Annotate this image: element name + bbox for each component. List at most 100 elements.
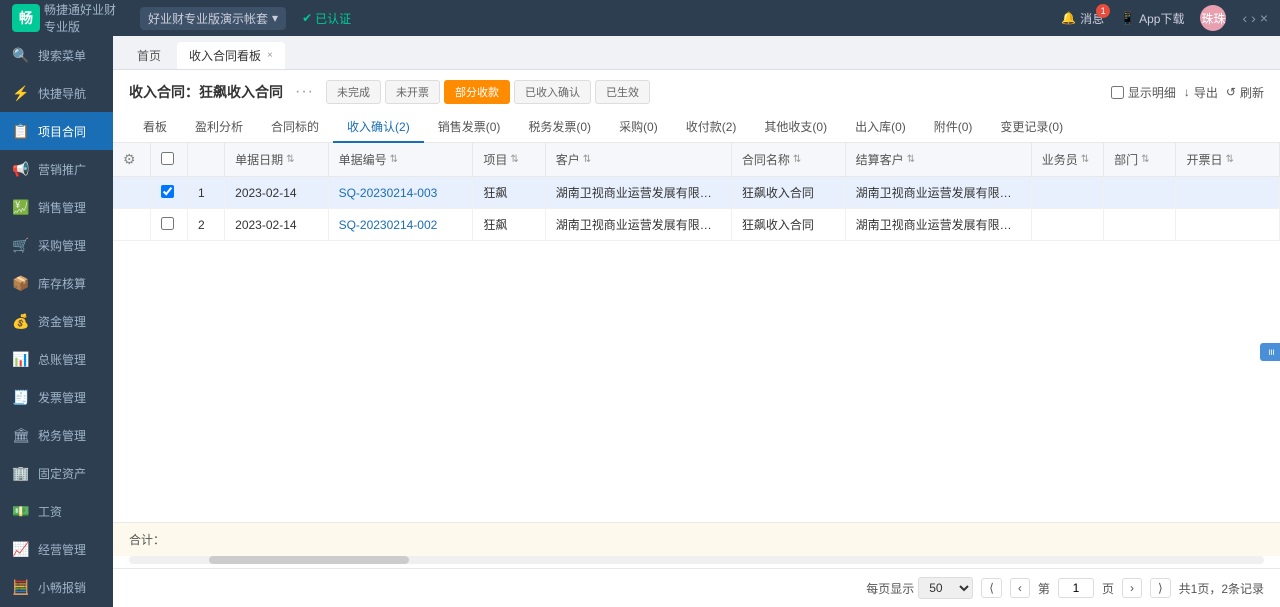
next-page-button[interactable]: › xyxy=(1122,578,1142,598)
current-page-input[interactable] xyxy=(1058,578,1094,598)
sidebar-label-search: 搜索菜单 xyxy=(38,47,86,64)
user-avatar[interactable]: 珠珠 xyxy=(1200,5,1226,31)
export-button[interactable]: ↓ 导出 xyxy=(1184,84,1218,101)
more-options-button[interactable]: ··· xyxy=(295,83,314,101)
col-settings-header[interactable]: ⚙ xyxy=(113,143,150,177)
row1-check[interactable] xyxy=(150,177,187,209)
table-row[interactable]: 2 2023-02-14 SQ-20230214-002 狂飙 湖南卫视商业运营… xyxy=(113,209,1280,241)
top-bar-right: 🔔 消息 1 📱 App下载 珠珠 ‹ › × xyxy=(1061,5,1268,31)
tab-contract-board[interactable]: 收入合同看板 × xyxy=(177,42,285,69)
row2-salesman xyxy=(1031,209,1103,241)
sidebar-item-ledger[interactable]: 📊 总账管理 xyxy=(0,340,113,378)
row2-check[interactable] xyxy=(150,209,187,241)
sidebar-item-management[interactable]: 📈 经营管理 xyxy=(0,530,113,568)
col-project-header[interactable]: 项目 ⇅ xyxy=(473,143,545,177)
sidebar-item-quick-nav[interactable]: ⚡ 快捷导航 xyxy=(0,74,113,112)
show-detail-input[interactable] xyxy=(1111,86,1124,99)
sort-result-customer-icon[interactable]: ⇅ xyxy=(907,154,915,165)
company-selector[interactable]: 好业财专业版演示帐套 ▾ xyxy=(140,7,286,30)
sub-tab-purchase[interactable]: 采购(0) xyxy=(605,112,672,143)
sort-open-date-icon[interactable]: ⇅ xyxy=(1226,154,1234,165)
sort-dept-icon[interactable]: ⇅ xyxy=(1141,154,1149,165)
page-header: 收入合同：狂飙收入合同 ··· 未完成 未开票 部分收款 已收入确认 已生效 显… xyxy=(113,70,1280,104)
sidebar-item-purchase[interactable]: 🛒 采购管理 xyxy=(0,226,113,264)
sub-tab-payment[interactable]: 收付款(2) xyxy=(672,112,751,143)
sub-tabs: 看板 盈利分析 合同标的 收入确认(2) 销售发票(0) 税务发票(0) 采购(… xyxy=(113,104,1280,143)
col-check-header[interactable] xyxy=(150,143,187,177)
sales-icon: 💹 xyxy=(12,198,30,216)
col-result-customer-header[interactable]: 结算客户 ⇅ xyxy=(845,143,1031,177)
status-uninvoiced[interactable]: 未开票 xyxy=(385,80,440,104)
sidebar-item-funds[interactable]: 💰 资金管理 xyxy=(0,302,113,340)
sub-tab-contract-items[interactable]: 合同标的 xyxy=(257,112,333,143)
message-button[interactable]: 🔔 消息 1 xyxy=(1061,10,1104,27)
tab-home[interactable]: 首页 xyxy=(125,42,173,69)
sidebar-item-sales[interactable]: 💹 销售管理 xyxy=(0,188,113,226)
first-page-button[interactable]: ⟨ xyxy=(981,578,1002,598)
col-dept-header[interactable]: 部门 ⇅ xyxy=(1104,143,1176,177)
pagination-bar: 每页显示 50 20 100 ⟨ ‹ 第 页 › ⟩ 共1页，2条记录 xyxy=(113,568,1280,607)
sidebar-item-fixed-assets[interactable]: 🏢 固定资产 xyxy=(0,454,113,492)
status-incomplete[interactable]: 未完成 xyxy=(326,80,381,104)
nav-next-button[interactable]: › xyxy=(1251,10,1256,26)
col-open-date-header[interactable]: 开票日 ⇅ xyxy=(1176,143,1280,177)
sidebar-item-payroll[interactable]: 💵 工资 xyxy=(0,492,113,530)
prev-page-button[interactable]: ‹ xyxy=(1010,578,1030,598)
app-name: 畅捷通好业财 专业版 xyxy=(44,1,116,35)
last-page-button[interactable]: ⟩ xyxy=(1150,578,1171,598)
sort-code-icon[interactable]: ⇅ xyxy=(390,154,398,165)
sidebar-label-fixed-assets: 固定资产 xyxy=(38,465,86,482)
sub-tab-profit[interactable]: 盈利分析 xyxy=(181,112,257,143)
horizontal-scrollbar[interactable] xyxy=(129,556,1264,564)
sub-tab-revenue-confirm[interactable]: 收入确认(2) xyxy=(333,112,424,143)
sidebar-label-management: 经营管理 xyxy=(38,541,86,558)
show-detail-checkbox[interactable]: 显示明细 xyxy=(1111,84,1176,101)
check-circle-icon: ✔ xyxy=(302,11,312,25)
col-date-header[interactable]: 单据日期 ⇅ xyxy=(225,143,328,177)
right-action-button[interactable]: ≡ xyxy=(1260,343,1280,361)
sort-project-icon[interactable]: ⇅ xyxy=(510,154,518,165)
sub-tab-attachments[interactable]: 附件(0) xyxy=(920,112,987,143)
row2-customer: 湖南卫视商业运营发展有限公司 xyxy=(545,209,731,241)
sidebar-item-project-contract[interactable]: 📋 项目合同 xyxy=(0,112,113,150)
sidebar-item-search[interactable]: 🔍 搜索菜单 xyxy=(0,36,113,74)
app-download-button[interactable]: 📱 App下载 xyxy=(1120,10,1184,27)
sub-tab-sales-invoice[interactable]: 销售发票(0) xyxy=(424,112,515,143)
status-effective[interactable]: 已生效 xyxy=(595,80,650,104)
row1-salesman xyxy=(1031,177,1103,209)
status-confirmed[interactable]: 已收入确认 xyxy=(514,80,591,104)
col-num-header xyxy=(187,143,224,177)
close-window-button[interactable]: × xyxy=(1260,10,1268,26)
col-contract-header[interactable]: 合同名称 ⇅ xyxy=(731,143,845,177)
sidebar-item-marketing[interactable]: 📢 营销推广 xyxy=(0,150,113,188)
sort-salesman-icon[interactable]: ⇅ xyxy=(1081,154,1089,165)
select-all-checkbox[interactable] xyxy=(161,152,174,165)
settings-gear-icon[interactable]: ⚙ xyxy=(123,151,136,167)
sub-tab-warehouse[interactable]: 出入库(0) xyxy=(841,112,920,143)
sidebar-item-expense[interactable]: 🧮 小畅报销 xyxy=(0,568,113,606)
table-row[interactable]: 1 2023-02-14 SQ-20230214-003 狂飙 湖南卫视商业运营… xyxy=(113,177,1280,209)
sub-tab-board[interactable]: 看板 xyxy=(129,112,181,143)
row2-code-link[interactable]: SQ-20230214-002 xyxy=(339,218,438,232)
col-customer-header[interactable]: 客户 ⇅ xyxy=(545,143,731,177)
sub-tab-changes[interactable]: 变更记录(0) xyxy=(986,112,1077,143)
sort-contract-icon[interactable]: ⇅ xyxy=(793,154,801,165)
col-salesman-header[interactable]: 业务员 ⇅ xyxy=(1031,143,1103,177)
row1-open-date xyxy=(1176,177,1280,209)
per-page-select[interactable]: 50 20 100 xyxy=(918,577,973,599)
nav-prev-button[interactable]: ‹ xyxy=(1242,10,1247,26)
sub-tab-tax-invoice[interactable]: 税务发票(0) xyxy=(514,112,605,143)
col-code-header[interactable]: 单据编号 ⇅ xyxy=(328,143,473,177)
sub-tab-other-income[interactable]: 其他收支(0) xyxy=(750,112,841,143)
tab-close-icon[interactable]: × xyxy=(267,50,273,61)
sidebar-item-invoice[interactable]: 🧾 发票管理 xyxy=(0,378,113,416)
row1-code-link[interactable]: SQ-20230214-003 xyxy=(339,186,438,200)
refresh-button[interactable]: ↺ 刷新 xyxy=(1226,84,1264,101)
building-icon: 🏢 xyxy=(12,464,30,482)
invoice-icon: 🧾 xyxy=(12,388,30,406)
sidebar-item-tax[interactable]: 🏛 税务管理 xyxy=(0,416,113,454)
sidebar-item-inventory[interactable]: 📦 库存核算 xyxy=(0,264,113,302)
sort-date-icon[interactable]: ⇅ xyxy=(286,154,294,165)
status-partial-payment[interactable]: 部分收款 xyxy=(444,80,510,104)
sort-customer-icon[interactable]: ⇅ xyxy=(583,154,591,165)
